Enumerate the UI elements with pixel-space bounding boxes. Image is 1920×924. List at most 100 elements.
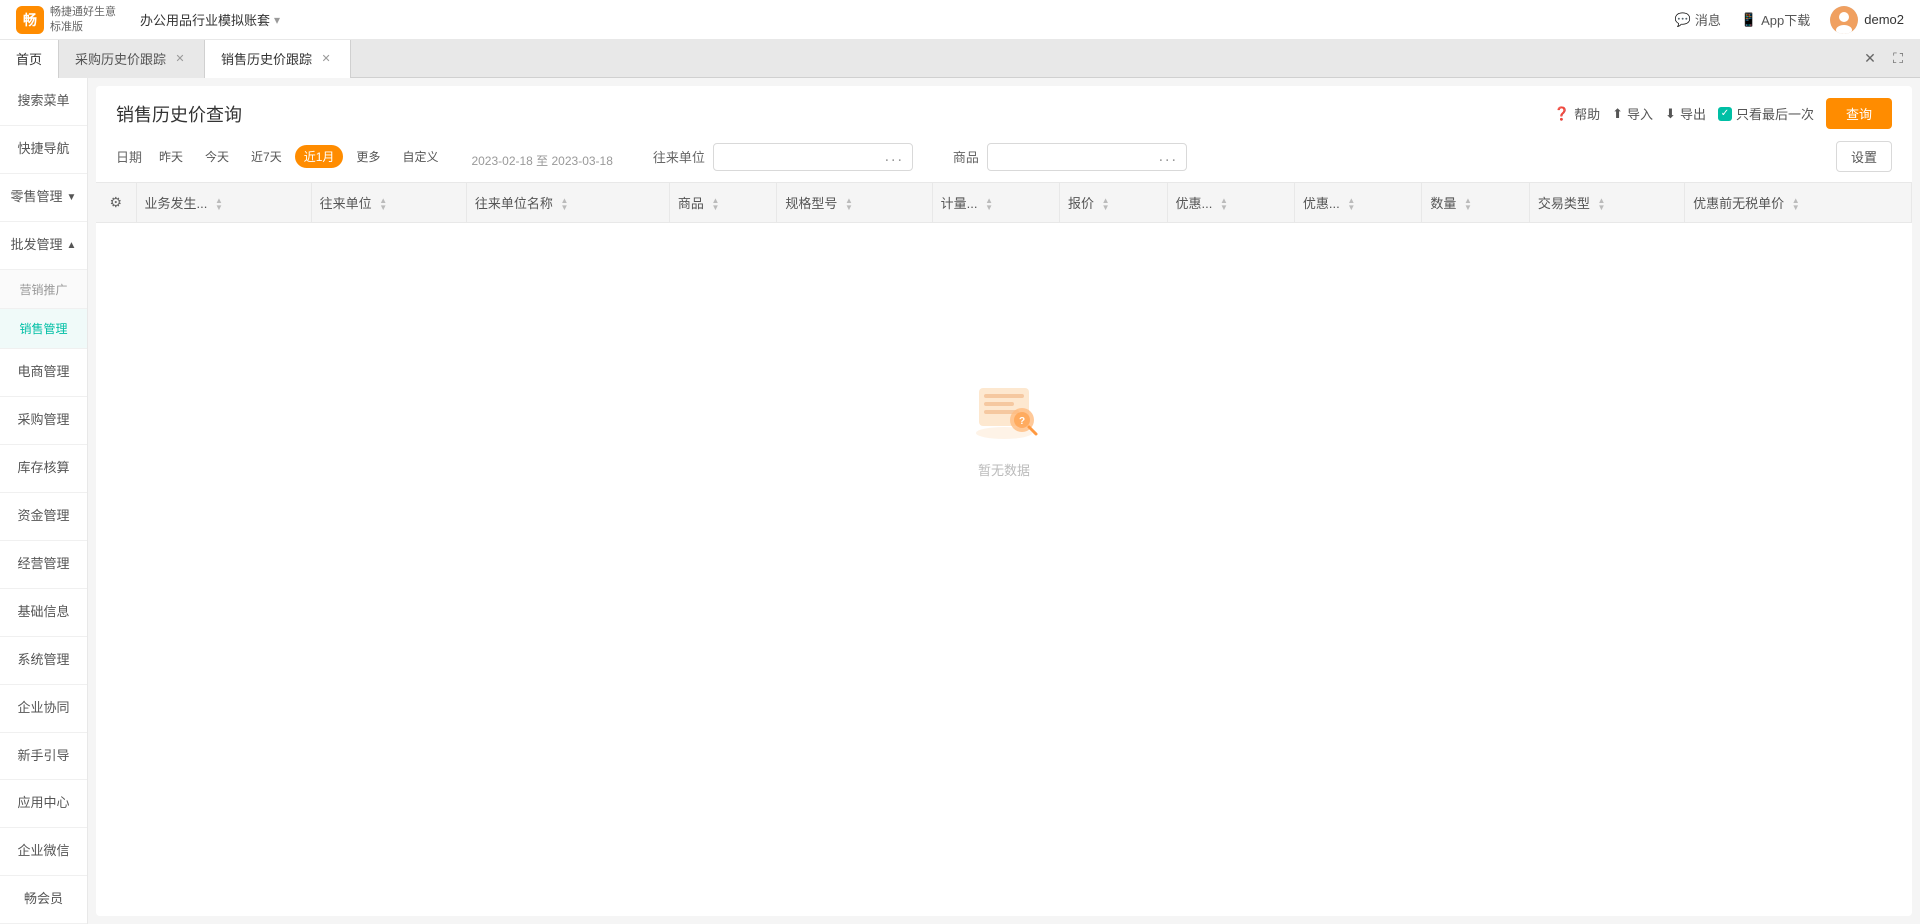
th-partner-name[interactable]: 往来单位名称 ▲▼ xyxy=(466,183,669,223)
sidebar-item-retail[interactable]: 零售管理 ▼ xyxy=(0,174,87,222)
date-today[interactable]: 今天 xyxy=(196,145,238,168)
table-wrapper: ⚙ 业务发生... ▲▼ 往来单位 ▲▼ xyxy=(96,183,1912,916)
export-icon: ⬇ xyxy=(1665,106,1676,122)
help-icon: ❓ xyxy=(1554,106,1570,122)
sort-arrows-discount2: ▲▼ xyxy=(1347,197,1355,212)
th-unit[interactable]: 计量... ▲▼ xyxy=(932,183,1059,223)
content-area: 销售历史价查询 ❓ 帮助 ⬆ 导入 ⬇ 导出 xyxy=(88,78,1920,924)
sidebar-item-inventory[interactable]: 库存核算 xyxy=(0,445,87,493)
tab-minimize-button[interactable]: ✕ xyxy=(1860,49,1880,69)
sidebar-item-member[interactable]: 畅会员 xyxy=(0,876,87,924)
product-filter-group: 商品 ... xyxy=(953,143,1187,171)
message-icon: 💬 xyxy=(1675,12,1691,28)
content-inner: 销售历史价查询 ❓ 帮助 ⬆ 导入 ⬇ 导出 xyxy=(96,86,1912,916)
retail-arrow-icon: ▼ xyxy=(67,191,77,204)
th-no-tax-price[interactable]: 优惠前无税单价 ▲▼ xyxy=(1685,183,1912,223)
sidebar-item-wechat[interactable]: 企业微信 xyxy=(0,828,87,876)
app-download-button[interactable]: 📱 App下载 xyxy=(1741,10,1810,29)
empty-text: 暂无数据 xyxy=(978,460,1030,479)
date-filter-group: 日期 昨天 今天 近7天 近1月 更多 自定义 xyxy=(116,145,447,168)
sidebar: 搜索菜单 快捷导航 零售管理 ▼ 批发管理 ▲ 营销推广 销售管理 电商管理 采… xyxy=(0,78,88,924)
tab-home[interactable]: 首页 xyxy=(0,40,59,78)
sidebar-item-ecommerce[interactable]: 电商管理 xyxy=(0,349,87,397)
tab-actions: ✕ ⛶ xyxy=(1848,49,1920,69)
date-last1month[interactable]: 近1月 xyxy=(295,145,344,168)
sort-arrows-no-tax-price: ▲▼ xyxy=(1792,197,1800,212)
th-price[interactable]: 报价 ▲▼ xyxy=(1060,183,1168,223)
partner-filter-group: 往来单位 ... xyxy=(653,143,913,171)
sidebar-item-basic[interactable]: 基础信息 xyxy=(0,589,87,637)
th-discount1[interactable]: 优惠... ▲▼ xyxy=(1167,183,1294,223)
page-actions: ❓ 帮助 ⬆ 导入 ⬇ 导出 ✓ xyxy=(1554,98,1892,129)
th-discount2[interactable]: 优惠... ▲▼ xyxy=(1294,183,1421,223)
avatar xyxy=(1830,6,1858,34)
top-bar-right: 💬 消息 📱 App下载 demo2 xyxy=(1675,6,1904,34)
query-button[interactable]: 查询 xyxy=(1826,98,1892,129)
sidebar-item-operation[interactable]: 经营管理 xyxy=(0,541,87,589)
th-partner-code[interactable]: 往来单位 ▲▼ xyxy=(311,183,466,223)
top-bar-left: 畅 畅捷通好生意 标准版 办公用品行业模拟账套 ▾ xyxy=(16,5,280,34)
breadcrumb: 办公用品行业模拟账套 ▾ xyxy=(140,10,280,29)
sidebar-section-marketing[interactable]: 营销推广 xyxy=(0,270,87,310)
message-button[interactable]: 💬 消息 xyxy=(1675,10,1721,29)
sidebar-item-app-center[interactable]: 应用中心 xyxy=(0,780,87,828)
th-product[interactable]: 商品 ▲▼ xyxy=(669,183,777,223)
sort-arrows-partner-code: ▲▼ xyxy=(379,197,387,212)
th-quantity[interactable]: 数量 ▲▼ xyxy=(1422,183,1530,223)
th-settings[interactable]: ⚙ xyxy=(96,183,136,223)
empty-state: ? 暂无数据 xyxy=(96,223,1912,623)
tab-maximize-button[interactable]: ⛶ xyxy=(1888,49,1908,69)
th-trade-type[interactable]: 交易类型 ▲▼ xyxy=(1529,183,1684,223)
sidebar-item-guide[interactable]: 新手引导 xyxy=(0,733,87,781)
sort-arrows-unit: ▲▼ xyxy=(985,197,993,212)
sort-arrows-spec: ▲▼ xyxy=(845,197,853,212)
logo-icon: 畅 xyxy=(16,6,44,34)
partner-input-dots: ... xyxy=(885,148,904,166)
table-header-row: ⚙ 业务发生... ▲▼ 往来单位 ▲▼ xyxy=(96,183,1912,223)
sidebar-item-sales[interactable]: 销售管理 xyxy=(0,309,87,349)
sidebar-item-finance[interactable]: 资金管理 xyxy=(0,493,87,541)
tab-purchase-history[interactable]: 采购历史价跟踪 ✕ xyxy=(59,40,205,78)
page-title: 销售历史价查询 xyxy=(116,101,242,127)
sidebar-item-search[interactable]: 搜索菜单 xyxy=(0,78,87,126)
sidebar-item-wholesale[interactable]: 批发管理 ▲ xyxy=(0,222,87,270)
date-last7days[interactable]: 近7天 xyxy=(242,145,291,168)
sort-arrows-partner-name: ▲▼ xyxy=(561,197,569,212)
only-last-checkbox[interactable]: ✓ 只看最后一次 xyxy=(1718,104,1814,123)
sort-arrows-biz-date: ▲▼ xyxy=(215,197,223,212)
tab-sales-history[interactable]: 销售历史价跟踪 ✕ xyxy=(205,40,351,78)
sidebar-item-quick-nav[interactable]: 快捷导航 xyxy=(0,126,87,174)
import-button[interactable]: ⬆ 导入 xyxy=(1612,104,1653,123)
date-yesterday[interactable]: 昨天 xyxy=(150,145,192,168)
checkbox-icon: ✓ xyxy=(1718,107,1732,121)
column-settings-button[interactable]: ⚙ xyxy=(109,194,122,211)
help-button[interactable]: ❓ 帮助 xyxy=(1554,104,1600,123)
app-icon: 📱 xyxy=(1741,12,1757,28)
sidebar-item-system[interactable]: 系统管理 xyxy=(0,637,87,685)
filter-row: 日期 昨天 今天 近7天 近1月 更多 自定义 2023-02-18 至 202… xyxy=(116,141,1892,182)
data-table: ⚙ 业务发生... ▲▼ 往来单位 ▲▼ xyxy=(96,183,1912,223)
wholesale-arrow-icon: ▲ xyxy=(67,239,77,252)
empty-icon: ? xyxy=(964,368,1044,448)
th-spec[interactable]: 规格型号 ▲▼ xyxy=(777,183,932,223)
page-header: 销售历史价查询 ❓ 帮助 ⬆ 导入 ⬇ 导出 xyxy=(96,86,1912,183)
sort-arrows-price: ▲▼ xyxy=(1102,197,1110,212)
import-icon: ⬆ xyxy=(1612,106,1623,122)
tab-purchase-history-close[interactable]: ✕ xyxy=(172,51,188,67)
settings-button[interactable]: 设置 xyxy=(1836,141,1892,172)
partner-input[interactable]: ... xyxy=(713,143,913,171)
date-custom[interactable]: 自定义 xyxy=(393,145,447,168)
date-options: 昨天 今天 近7天 近1月 更多 自定义 xyxy=(150,145,447,168)
tab-sales-history-close[interactable]: ✕ xyxy=(318,51,334,67)
th-biz-date[interactable]: 业务发生... ▲▼ xyxy=(136,183,311,223)
export-button[interactable]: ⬇ 导出 xyxy=(1665,104,1706,123)
date-more[interactable]: 更多 xyxy=(347,145,389,168)
product-input[interactable]: ... xyxy=(987,143,1187,171)
product-input-dots: ... xyxy=(1159,148,1178,166)
sidebar-item-enterprise[interactable]: 企业协同 xyxy=(0,685,87,733)
page-title-row: 销售历史价查询 ❓ 帮助 ⬆ 导入 ⬇ 导出 xyxy=(116,98,1892,129)
user-area[interactable]: demo2 xyxy=(1830,6,1904,34)
logo-area: 畅 畅捷通好生意 标准版 xyxy=(16,5,116,34)
sidebar-item-purchase[interactable]: 采购管理 xyxy=(0,397,87,445)
sort-arrows-product: ▲▼ xyxy=(712,197,720,212)
